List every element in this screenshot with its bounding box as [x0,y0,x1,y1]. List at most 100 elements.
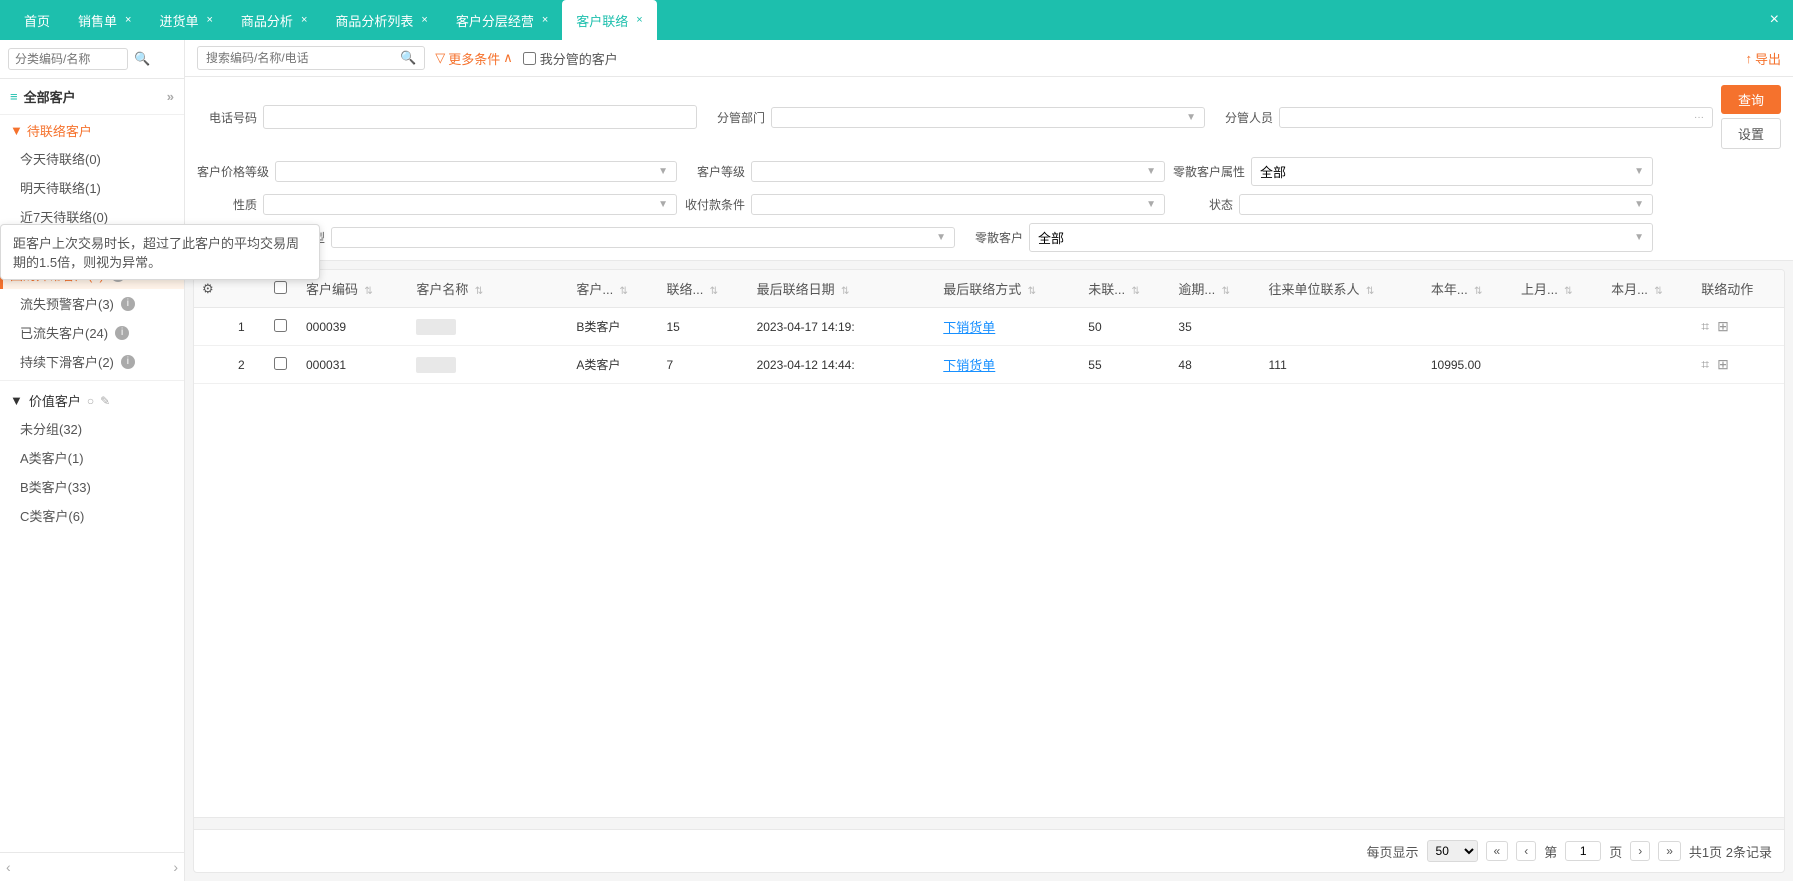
pending-group-arrow: ▼ [10,123,23,138]
cell-last-month-0 [1513,308,1603,346]
first-page-button[interactable]: « [1486,841,1509,861]
page-number-input[interactable] [1565,841,1601,861]
status-field: 状态 ▼ [1173,194,1653,215]
nav-customer-mgmt-close[interactable]: × [542,14,548,26]
nav-product-analysis[interactable]: 商品分析 × [227,0,321,40]
sidebar-search-icon[interactable]: 🔍 [134,51,150,67]
manager-field: 分管人员 ··· [1213,107,1713,128]
th-overdue[interactable]: 逾期... ⇅ [1170,270,1260,308]
value-section-edit-icon[interactable]: ✎ [100,394,110,408]
sidebar-item-c-class[interactable]: C类客户(6) [0,501,184,530]
sidebar-item-tomorrow[interactable]: 明天待联络(1) [0,173,184,202]
nav-purchase[interactable]: 进货单 × [145,0,226,40]
churn-warning-info-icon[interactable]: i [121,297,135,311]
customer-grade-select[interactable]: ▼ [751,161,1165,182]
cell-this-month-1 [1603,346,1693,384]
payment-select[interactable]: ▼ [751,194,1165,215]
th-contact-person[interactable]: 往来单位联系人 ⇅ [1261,270,1423,308]
nav-home[interactable]: 首页 [10,0,64,40]
select-all-checkbox[interactable] [274,281,287,294]
customer-type-arrow: ▼ [936,232,946,243]
collapse-sidebar-icon[interactable]: » [167,89,174,104]
declining-info-icon[interactable]: i [121,355,135,369]
retail-customer-select[interactable]: 全部 ▼ [1029,223,1653,252]
sidebar-item-unclassified[interactable]: 未分组(32) [0,414,184,443]
th-last-method[interactable]: 最后联络方式 ⇅ [935,270,1080,308]
row-checkbox-0[interactable] [274,319,287,332]
action-link-icon-1[interactable]: ⌗ [1701,356,1709,373]
nav-sales-close[interactable]: × [125,14,131,26]
retail-attr-select[interactable]: 全部 ▼ [1251,157,1653,186]
query-button[interactable]: 查询 [1721,85,1781,114]
cell-last-method-1[interactable]: 下销货单 [935,346,1080,384]
search-icon[interactable]: 🔍 [400,50,416,66]
more-conditions-button[interactable]: ▽ 更多条件 ∧ [435,49,513,68]
th-last-date[interactable]: 最后联络日期 ⇅ [749,270,936,308]
sidebar-item-churn-warning[interactable]: 流失预警客户(3) i [0,289,184,318]
churned-info-icon[interactable]: i [115,326,129,340]
retail-customer-arrow: ▼ [1634,232,1644,243]
phone-input[interactable] [263,105,697,129]
th-name[interactable]: 客户名称 ⇅ [408,270,568,308]
status-arrow: ▼ [1634,199,1644,210]
nav-customer-contact-close[interactable]: × [636,14,642,26]
last-date-sort-icon: ⇅ [841,286,849,297]
last-page-button[interactable]: » [1658,841,1681,861]
th-this-month[interactable]: 本月... ⇅ [1603,270,1693,308]
close-all-button[interactable]: × [1770,11,1779,29]
dept-label: 分管部门 [705,109,765,126]
my-customers-checkbox[interactable] [523,52,536,65]
action-menu-icon-0[interactable]: ⊞ [1717,318,1729,335]
nav-product-analysis-close[interactable]: × [301,14,307,26]
search-input[interactable] [206,51,396,65]
sidebar-item-churned[interactable]: 已流失客户(24) i [0,318,184,347]
my-customers-checkbox-wrap[interactable]: 我分管的客户 [523,49,618,68]
th-type[interactable]: 客户... ⇅ [568,270,658,308]
nav-purchase-close[interactable]: × [206,14,212,26]
sidebar-search-input[interactable] [8,48,128,70]
value-section-circle-icon[interactable]: ○ [87,394,94,408]
price-grade-select[interactable]: ▼ [275,161,677,182]
table-container: ⚙ 客户编码 ⇅ 客户名称 [193,269,1785,873]
th-no-contact[interactable]: 未联... ⇅ [1080,270,1170,308]
phone-label: 电话号码 [197,109,257,126]
nav-product-list[interactable]: 商品分析列表 × [321,0,441,40]
dept-select[interactable]: ▼ [771,107,1205,128]
nav-customer-contact[interactable]: 客户联络 × [562,0,656,40]
th-last-month[interactable]: 上月... ⇅ [1513,270,1603,308]
customer-grade-label: 客户等级 [685,163,745,180]
action-link-icon-0[interactable]: ⌗ [1701,318,1709,335]
sidebar-bottom-left-arrow[interactable]: ‹ [6,859,11,875]
export-button[interactable]: ↑ 导出 [1745,49,1781,68]
manager-select[interactable]: ··· [1279,107,1713,128]
nature-select[interactable]: ▼ [263,194,677,215]
status-select[interactable]: ▼ [1239,194,1653,215]
nav-customer-mgmt[interactable]: 客户分层经营 × [442,0,562,40]
table-bottom-scroll[interactable] [194,817,1784,829]
cell-this-year-1: 10995.00 [1423,346,1513,384]
overdue-sort-icon: ⇅ [1222,286,1230,297]
cell-overdue-0: 35 [1170,308,1260,346]
table-scroll[interactable]: ⚙ 客户编码 ⇅ 客户名称 [194,270,1784,817]
row-checkbox-1[interactable] [274,357,287,370]
action-menu-icon-1[interactable]: ⊞ [1717,356,1729,373]
cell-last-method-0[interactable]: 下销货单 [935,308,1080,346]
nav-sales[interactable]: 销售单 × [64,0,145,40]
sidebar-item-b-class[interactable]: B类客户(33) [0,472,184,501]
no-contact-sort-icon: ⇅ [1131,286,1139,297]
per-page-select[interactable]: 50 100 200 [1427,840,1478,862]
filter-row-4: ··· 客户类型 ▼ 零散客户 全部 ▼ [197,223,1781,252]
sidebar-bottom-right-arrow[interactable]: › [173,859,178,875]
customer-type-select[interactable]: ▼ [331,227,955,248]
sidebar-item-a-class[interactable]: A类客户(1) [0,443,184,472]
prev-page-button[interactable]: ‹ [1516,841,1536,861]
pending-contact-group[interactable]: ▼ 待联络客户 [0,115,184,144]
next-page-button[interactable]: › [1630,841,1650,861]
sidebar-item-declining[interactable]: 持续下滑客户(2) i [0,347,184,376]
sidebar-item-today[interactable]: 今天待联络(0) [0,144,184,173]
th-contact[interactable]: 联络... ⇅ [658,270,748,308]
setting-button[interactable]: 设置 [1721,118,1781,149]
nav-product-list-close[interactable]: × [421,14,427,26]
top-nav: 首页 销售单 × 进货单 × 商品分析 × 商品分析列表 × 客户分层经营 × … [0,0,1793,40]
th-this-year[interactable]: 本年... ⇅ [1423,270,1513,308]
